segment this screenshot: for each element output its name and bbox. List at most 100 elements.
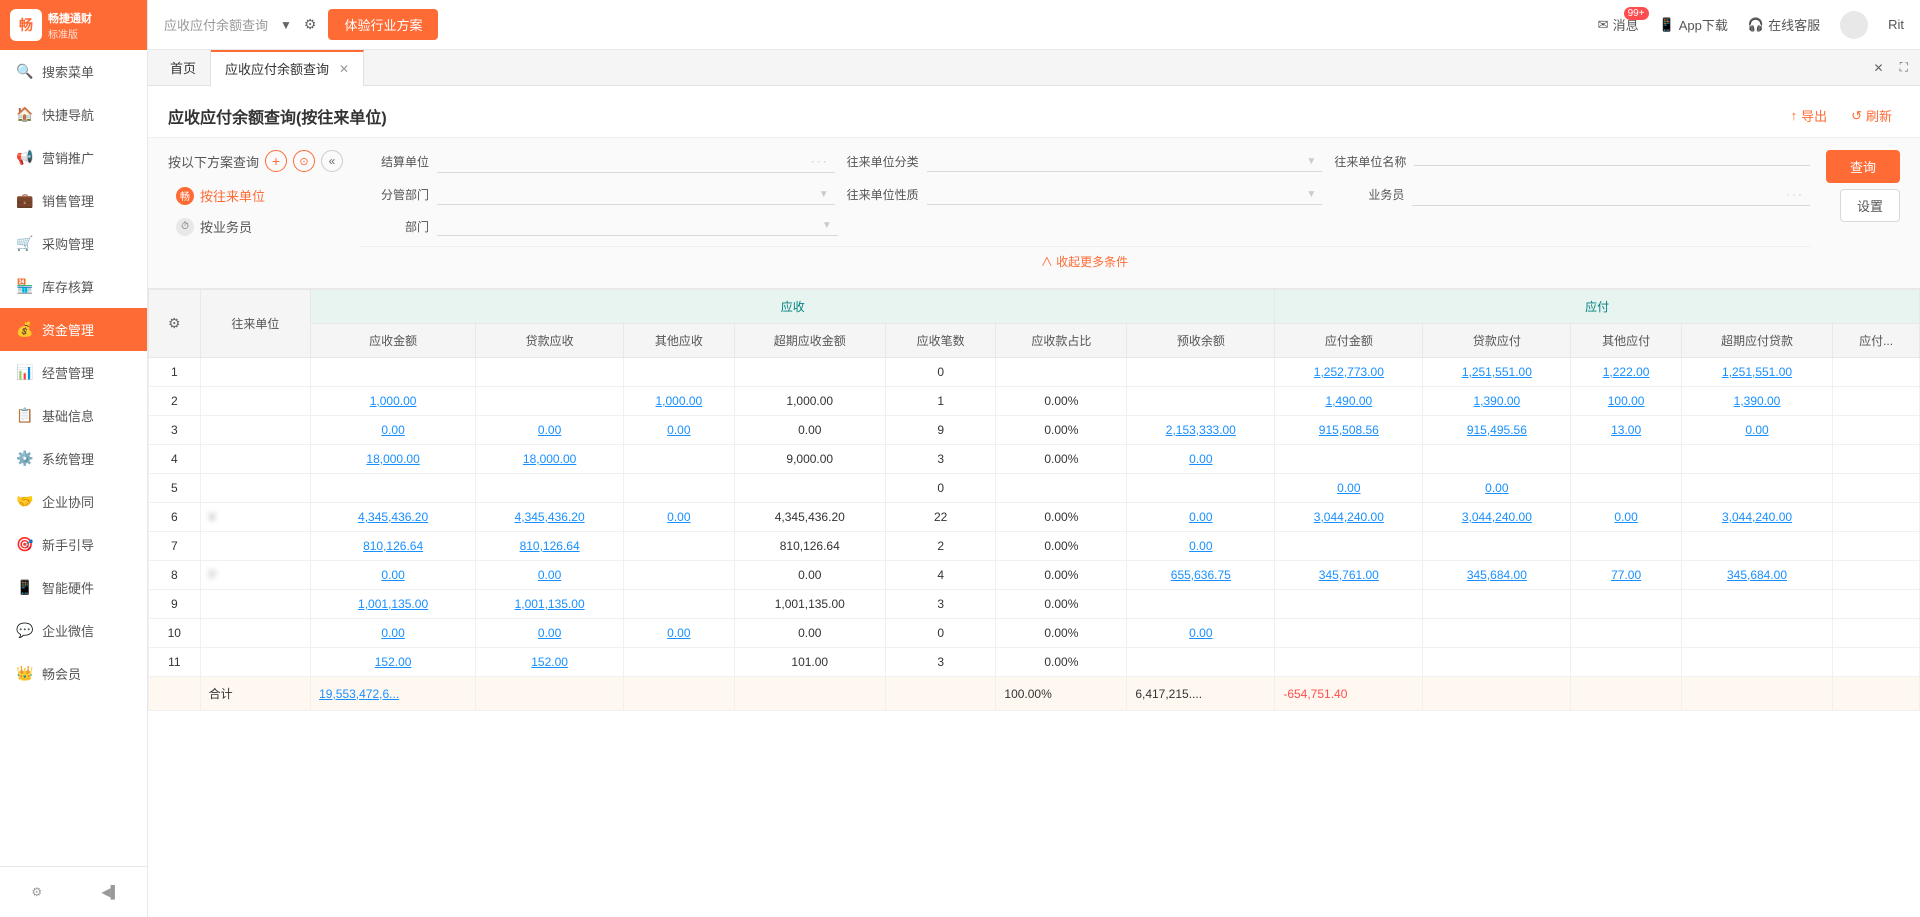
dept-chevron-icon: ▼ (822, 220, 832, 231)
member-icon: 👑 (16, 665, 34, 682)
smart-hw-icon: 📱 (16, 579, 34, 596)
settlement-dots: ··· (811, 154, 829, 168)
username[interactable]: Rit (1888, 17, 1904, 32)
ar-ap-table: ⚙ 往来单位 应收 应付 应收金额 贷款应 (148, 289, 1920, 711)
chevron-up-icon: ∧ (1041, 255, 1056, 269)
sidebar-settings-btn[interactable]: ⚙ (0, 877, 74, 907)
header-service[interactable]: 🎧 在线客服 (1748, 15, 1820, 34)
sidebar-item-search[interactable]: 🔍 搜索菜单 (0, 50, 147, 93)
table-row: 11152.00152.00101.0030.00% (149, 648, 1920, 677)
col-other-ap: 其他应付 (1571, 324, 1682, 358)
footer-ar-total[interactable]: 19,553,472,6... (311, 677, 476, 711)
filter-add-button[interactable]: + (265, 150, 287, 172)
tab-bar-right: ✕ ⛶ (1870, 56, 1920, 79)
footer-unit: 合计 (200, 677, 311, 711)
sidebar-item-purchase[interactable]: 🛒 采购管理 (0, 222, 147, 265)
sidebar-item-marketing[interactable]: 📢 营销推广 (0, 136, 147, 179)
page-header: 应收应付余额查询(按往来单位) ↑ 导出 ↺ 刷新 (148, 86, 1920, 138)
refresh-button[interactable]: ↺ 刷新 (1843, 102, 1900, 129)
settlement-label: 结算单位 (359, 153, 429, 170)
query-button[interactable]: 查询 (1826, 150, 1900, 183)
sidebar-item-basic-info[interactable]: 📋 基础信息 (0, 394, 147, 437)
dept-input[interactable]: ▼ (437, 216, 838, 236)
system-icon: ⚙️ (16, 450, 34, 467)
avatar[interactable] (1840, 11, 1868, 39)
sidebar-item-quick-nav[interactable]: 🏠 快捷导航 (0, 93, 147, 136)
scheme-item-by-unit[interactable]: 畅 按往来单位 (168, 182, 343, 209)
filter-collapse-button[interactable]: « (321, 150, 343, 172)
sales-icon: 💼 (16, 192, 34, 209)
tab-ar-ap[interactable]: 应收应付余额查询 ✕ (211, 50, 364, 86)
filter-field-dept-manage: 分管部门 ▼ (359, 185, 835, 205)
unit-nature-input[interactable]: ▼ (927, 185, 1323, 205)
table-settings-icon[interactable]: ⚙ (168, 315, 181, 331)
sidebar-item-operations[interactable]: 📊 经营管理 (0, 351, 147, 394)
export-button[interactable]: ↑ 导出 (1783, 102, 1836, 129)
footer-ar-ratio: 100.00% (996, 677, 1127, 711)
filter-field-unit-name: 往来单位名称 (1334, 153, 1810, 170)
sidebar-label-marketing: 营销推广 (42, 148, 94, 167)
filter-label-bar: 按以下方案查询 + ⊙ « (168, 150, 343, 172)
table-container[interactable]: ⚙ 往来单位 应收 应付 应收金额 贷款应 (148, 289, 1920, 917)
service-icon: 🎧 (1748, 17, 1764, 33)
messages-badge: 99+ (1624, 7, 1649, 20)
basic-info-icon: 📋 (16, 407, 34, 424)
sidebar-item-system[interactable]: ⚙️ 系统管理 (0, 437, 147, 480)
scheme-item-by-staff[interactable]: ⏱ 按业务员 (168, 213, 343, 240)
footer-ap-more (1833, 677, 1920, 711)
app-icon: 📱 (1659, 17, 1675, 33)
inventory-icon: 🏪 (16, 278, 34, 295)
settings-button[interactable]: 设置 (1840, 189, 1900, 222)
col-ar-count: 应收笔数 (885, 324, 996, 358)
salesperson-input[interactable]: ··· (1412, 183, 1810, 206)
header-promo-button[interactable]: 体验行业方案 (328, 9, 438, 40)
header-chevron-icon[interactable]: ▼ (280, 18, 292, 32)
sidebar-item-sales[interactable]: 💼 销售管理 (0, 179, 147, 222)
tab-expand-icon[interactable]: ⛶ (1896, 56, 1912, 79)
table-row: 418,000.0018,000.009,000.0030.00%0.00 (149, 445, 1920, 474)
sidebar-item-inventory[interactable]: 🏪 库存核算 (0, 265, 147, 308)
scheme-icon-unit: 畅 (176, 187, 194, 205)
sidebar-item-finance[interactable]: 💰 资金管理 (0, 308, 147, 351)
filter-label: 按以下方案查询 (168, 152, 259, 171)
unit-category-input[interactable]: ▼ (927, 152, 1323, 172)
purchase-icon: 🛒 (16, 235, 34, 252)
collapse-more-label: 收起更多条件 (1056, 255, 1128, 269)
table-row: 7810,126.64810,126.64810,126.6420.00%0.0… (149, 532, 1920, 561)
settlement-input[interactable]: ··· (437, 150, 835, 173)
dept-manage-chevron-icon: ▼ (819, 189, 829, 200)
sidebar-item-smart-hw[interactable]: 📱 智能硬件 (0, 566, 147, 609)
refresh-icon: ↺ (1851, 108, 1862, 124)
salesperson-label: 业务员 (1334, 186, 1404, 203)
tab-home[interactable]: 首页 (156, 50, 211, 86)
sidebar-collapse-btn[interactable]: ◀▌ (74, 877, 148, 907)
sidebar-label-inventory: 库存核算 (42, 277, 94, 296)
dept-label: 部门 (359, 218, 429, 235)
dept-manage-input[interactable]: ▼ (437, 185, 835, 205)
col-other-ar: 其他应收 (624, 324, 735, 358)
table-footer-row: 合计 19,553,472,6... 100.00% 6,417,215....… (149, 677, 1920, 711)
salesperson-dots: ··· (1786, 187, 1804, 201)
service-label: 在线客服 (1768, 15, 1820, 34)
export-icon: ↑ (1791, 108, 1798, 123)
logo-title: 畅捷通财 (48, 10, 92, 26)
header-app-download[interactable]: 📱 App下载 (1659, 15, 1728, 34)
sidebar-label-wechat: 企业微信 (42, 621, 94, 640)
col-ap-more: 应付... (1833, 324, 1920, 358)
header-messages[interactable]: ✉ 消息 99+ (1598, 15, 1639, 34)
sidebar-item-member[interactable]: 👑 畅会员 (0, 652, 147, 695)
sidebar-item-enterprise[interactable]: 🤝 企业协同 (0, 480, 147, 523)
collapse-more-button[interactable]: ∧ 收起更多条件 (359, 246, 1810, 276)
filter-scheme-settings-button[interactable]: ⊙ (293, 150, 315, 172)
sidebar-item-guide[interactable]: 🎯 新手引导 (0, 523, 147, 566)
sidebar-item-wechat[interactable]: 💬 企业微信 (0, 609, 147, 652)
unit-name-input[interactable] (1414, 157, 1810, 166)
scheme-icon-staff: ⏱ (176, 218, 194, 236)
filter-action-buttons: 查询 设置 (1826, 150, 1900, 276)
header-gear-icon[interactable]: ⚙ (304, 16, 317, 33)
scheme-label-by-unit: 按往来单位 (200, 186, 265, 205)
tab-close-icon[interactable]: ✕ (339, 62, 349, 76)
tab-close-window-icon[interactable]: ✕ (1870, 57, 1888, 79)
col-group-ar: 应收 (311, 290, 1275, 324)
col-group-ap-label: 应付 (1585, 300, 1609, 314)
